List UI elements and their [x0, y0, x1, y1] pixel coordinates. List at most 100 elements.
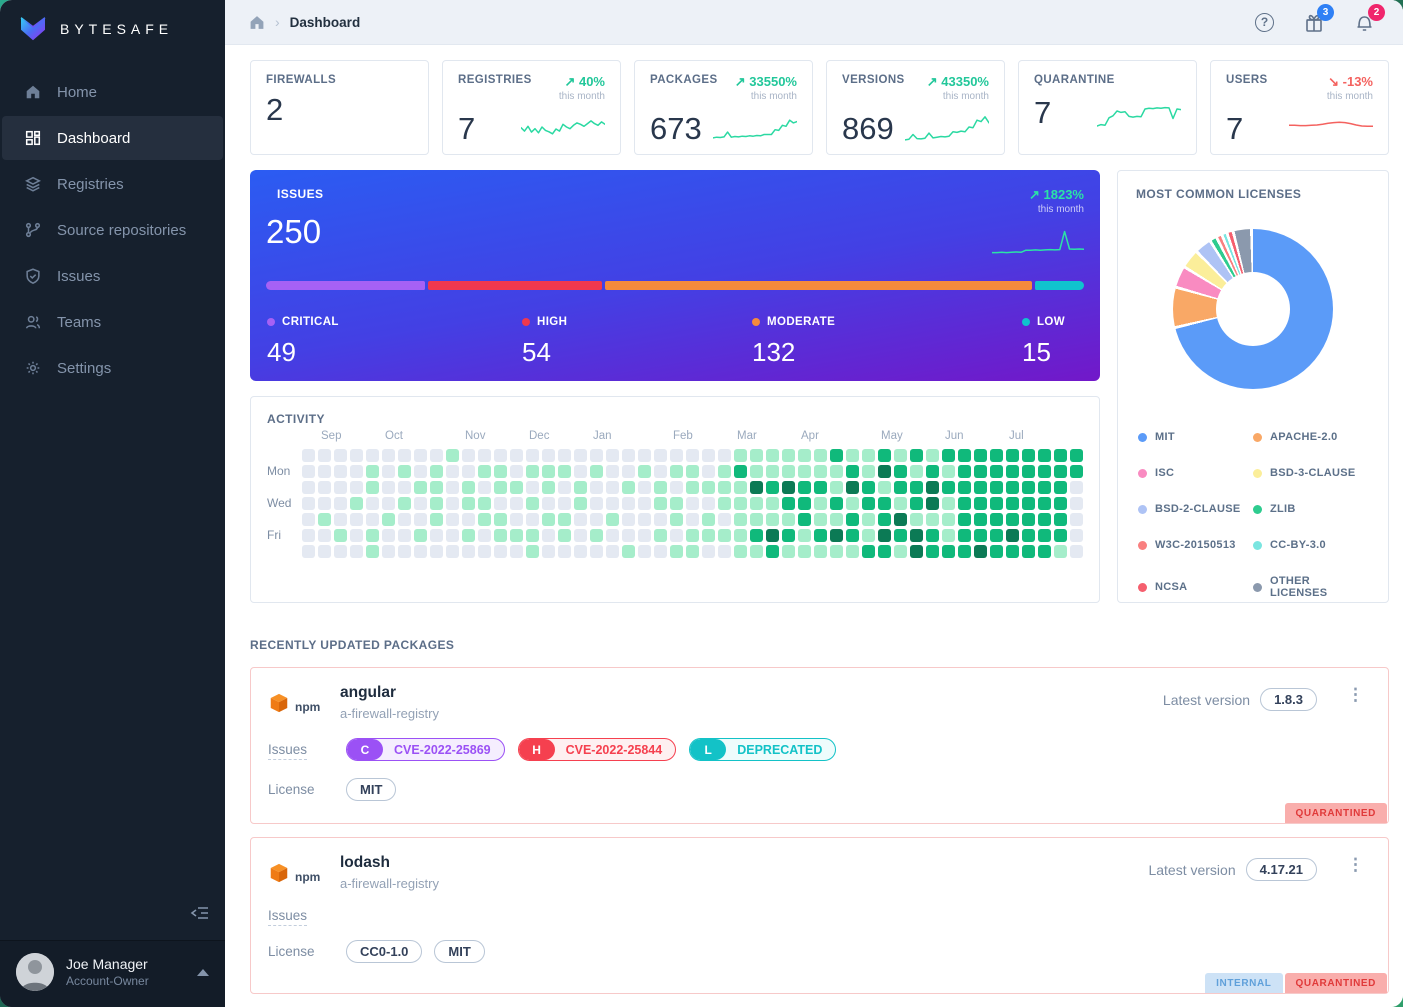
heatmap-cell [766, 449, 779, 462]
heatmap-cell [318, 465, 331, 478]
user-menu[interactable]: Joe Manager Account-Owner [0, 940, 225, 1007]
heatmap-cell [990, 497, 1003, 510]
package-type-label: npm [295, 700, 321, 714]
heatmap-cell [942, 497, 955, 510]
legend-dot [1138, 432, 1147, 442]
heatmap-cell [334, 529, 347, 542]
heatmap-cell [958, 513, 971, 526]
latest-version-label: Latest version [1162, 691, 1251, 708]
heatmap-cell [478, 449, 491, 462]
sidebar-item-dashboard[interactable]: Dashboard [2, 116, 223, 160]
stat-card-firewalls: FIREWALLS 2 [250, 60, 429, 155]
heatmap-cell [382, 465, 395, 478]
breadcrumb-current[interactable]: Dashboard [290, 15, 361, 30]
legend-label: ZLIB [1270, 503, 1296, 515]
user-menu-caret-icon[interactable] [197, 968, 209, 976]
heatmap-cell [798, 513, 811, 526]
package-name[interactable]: angular [340, 684, 439, 702]
sidebar-item-label: Settings [57, 359, 112, 377]
heatmap-cell [910, 465, 923, 478]
breadcrumb: › Dashboard [249, 14, 360, 30]
severity-distribution-bar [266, 281, 1085, 290]
legend-item: OTHER LICENSES [1253, 575, 1368, 599]
legend-dot [1253, 540, 1262, 550]
issue-badge-deprecated[interactable]: L DEPRECATED [689, 738, 837, 761]
package-card-lodash: npm lodash a-firewall-registry Latest ve… [250, 837, 1389, 994]
legend-dot [1138, 540, 1147, 550]
heatmap-cell [350, 465, 363, 478]
trend-value: 43350% [941, 74, 989, 89]
heatmap-cell [926, 481, 939, 494]
sidebar-item-source-repositories[interactable]: Source repositories [2, 208, 223, 252]
breadcrumb-home[interactable] [249, 15, 265, 30]
heatmap-cell [398, 481, 411, 494]
heatmap-cell [1022, 465, 1035, 478]
heatmap-cell [430, 545, 443, 558]
heatmap-cell [590, 545, 603, 558]
sparkline-chart [904, 110, 990, 144]
heatmap-cell [334, 513, 347, 526]
heatmap-cell [686, 481, 699, 494]
heatmap-cell [430, 497, 443, 510]
issues-card-title: ISSUES [277, 187, 324, 201]
heatmap-cell [430, 465, 443, 478]
heatmap-cell [702, 481, 715, 494]
heatmap-cell [958, 529, 971, 542]
sidebar-item-registries[interactable]: Registries [2, 162, 223, 206]
package-menu-button[interactable]: ⋮ [1343, 684, 1368, 705]
sidebar-item-label: Issues [57, 267, 101, 285]
heatmap-cell [862, 497, 875, 510]
package-registry[interactable]: a-firewall-registry [340, 876, 439, 891]
heatmap-cell [1038, 545, 1051, 558]
package-name[interactable]: lodash [340, 854, 439, 872]
heatmap-cell [414, 449, 427, 462]
heatmap-month-label: Feb [673, 430, 693, 442]
heatmap-cell [638, 513, 651, 526]
heatmap-cell [510, 529, 523, 542]
heatmap-cell [302, 529, 315, 542]
severity-low: LOW 15 [1022, 316, 1084, 368]
stat-card-registries: REGISTRIES ↗ 40% this month 7 [442, 60, 621, 155]
heatmap-cell [606, 449, 619, 462]
sidebar-item-home[interactable]: Home [2, 70, 223, 114]
heatmap-cell [974, 545, 987, 558]
heatmap-cell [1006, 545, 1019, 558]
heatmap-cell [734, 545, 747, 558]
heatmap-cell [526, 465, 539, 478]
heatmap-cell [974, 449, 987, 462]
heatmap-cell [990, 513, 1003, 526]
heatmap-cell [510, 513, 523, 526]
heatmap-cell [750, 449, 763, 462]
sidebar-item-settings[interactable]: Settings [2, 346, 223, 390]
package-registry[interactable]: a-firewall-registry [340, 706, 439, 721]
legend-item: ZLIB [1253, 503, 1368, 515]
stat-card-versions: VERSIONS ↗ 43350% this month 869 [826, 60, 1005, 155]
notifications-button[interactable]: 2 [1354, 3, 1385, 33]
heatmap-cell [1038, 449, 1051, 462]
home-icon [26, 85, 40, 99]
sidebar-item-issues[interactable]: Issues [2, 254, 223, 298]
heatmap-cell [1022, 545, 1035, 558]
issue-badge-cve[interactable]: H CVE-2022-25844 [517, 738, 677, 761]
sidebar-item-teams[interactable]: Teams [2, 300, 223, 344]
brand[interactable]: BYTESAFE [0, 0, 225, 56]
stat-value: 7 [1034, 95, 1052, 130]
whats-new-button[interactable]: 3 [1304, 3, 1334, 33]
collapse-sidebar-button[interactable] [189, 903, 211, 928]
heatmap-cell [910, 529, 923, 542]
recently-updated-title: RECENTLY UPDATED PACKAGES [250, 638, 455, 652]
license-row-label: License [268, 782, 315, 797]
heatmap-cell [990, 481, 1003, 494]
help-button[interactable]: ? [1255, 12, 1274, 32]
heatmap-cell [702, 465, 715, 478]
heatmap-cell [878, 481, 891, 494]
heatmap-cell [814, 545, 827, 558]
trend-period: this month [1326, 91, 1373, 102]
heatmap-cell [494, 449, 507, 462]
package-menu-button[interactable]: ⋮ [1343, 854, 1368, 875]
heatmap-cell [398, 529, 411, 542]
issue-badge-cve[interactable]: C CVE-2022-25869 [346, 738, 505, 761]
heatmap-cell [446, 481, 459, 494]
sidebar-item-label: Teams [57, 313, 102, 331]
heatmap-cell [958, 481, 971, 494]
